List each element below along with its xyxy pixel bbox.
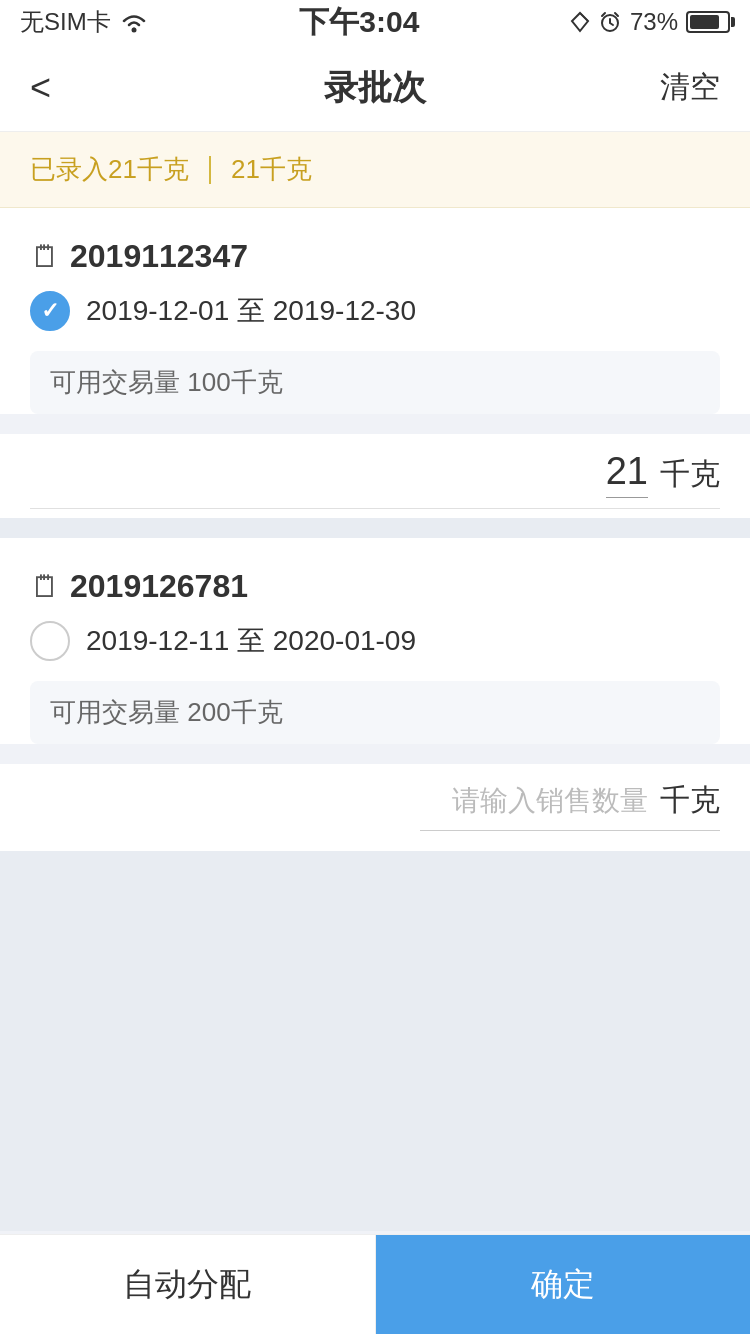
recorded-label: 已录入21千克 — [30, 152, 189, 187]
status-left: 无SIM卡 — [20, 6, 149, 38]
battery-percent: 73% — [630, 8, 678, 36]
batch1-icon: 🗒 — [30, 240, 60, 274]
back-button[interactable]: < — [30, 67, 90, 109]
batch-card-1: 🗒 2019112347 2019-12-01 至 2019-12-30 可用交… — [0, 208, 750, 414]
status-time: 下午3:04 — [299, 2, 419, 43]
batch1-date: 2019-12-01 至 2019-12-30 — [86, 292, 416, 330]
batch1-quantity-row: 21 千克 — [0, 434, 750, 498]
footer: 自动分配 确定 — [0, 1234, 750, 1334]
batch1-quantity-input[interactable]: 21 千克 — [606, 450, 720, 498]
batch1-radio[interactable] — [30, 291, 70, 331]
batch2-header: 🗒 2019126781 — [30, 568, 720, 605]
auto-distribute-button[interactable]: 自动分配 — [0, 1235, 376, 1334]
status-right: 73% — [570, 8, 730, 36]
batch2-unit: 千克 — [660, 780, 720, 821]
batch2-underline — [420, 821, 720, 831]
batch2-date-row[interactable]: 2019-12-11 至 2020-01-09 — [30, 621, 720, 661]
batch2-placeholder: 请输入销售数量 — [30, 782, 648, 820]
page-title: 录批次 — [324, 65, 426, 111]
batch2-underline-row — [0, 821, 750, 851]
info-bar: 已录入21千克 21千克 — [0, 132, 750, 208]
batch1-id: 2019112347 — [70, 238, 248, 275]
batch2-id: 2019126781 — [70, 568, 248, 605]
batch1-date-row[interactable]: 2019-12-01 至 2019-12-30 — [30, 291, 720, 331]
status-bar: 无SIM卡 下午3:04 73% — [0, 0, 750, 44]
batch-card-2: 🗒 2019126781 2019-12-11 至 2020-01-09 可用交… — [0, 538, 750, 744]
batch2-available: 可用交易量 200千克 — [30, 681, 720, 744]
nav-bar: < 录批次 清空 — [0, 44, 750, 132]
location-icon — [570, 11, 590, 33]
info-divider — [209, 156, 211, 184]
batch1-unit: 千克 — [660, 454, 720, 495]
battery-icon — [686, 11, 730, 33]
batch2-quantity-row[interactable]: 请输入销售数量 千克 — [0, 764, 750, 821]
section-separator — [0, 518, 750, 538]
recorded-value: 21千克 — [231, 152, 312, 187]
svg-point-0 — [131, 28, 136, 33]
batch2-date: 2019-12-11 至 2020-01-09 — [86, 622, 416, 660]
wifi-icon — [119, 11, 149, 33]
batch1-underline: 21 — [606, 450, 648, 498]
batch1-available: 可用交易量 100千克 — [30, 351, 720, 414]
batch2-icon: 🗒 — [30, 570, 60, 604]
alarm-icon — [598, 10, 622, 34]
batch1-quantity-value[interactable]: 21 — [606, 450, 648, 492]
carrier-text: 无SIM卡 — [20, 6, 111, 38]
confirm-button[interactable]: 确定 — [376, 1235, 751, 1334]
batch1-header: 🗒 2019112347 — [30, 238, 720, 275]
bottom-area — [0, 851, 750, 1231]
clear-button[interactable]: 清空 — [660, 67, 720, 108]
batch2-radio[interactable] — [30, 621, 70, 661]
